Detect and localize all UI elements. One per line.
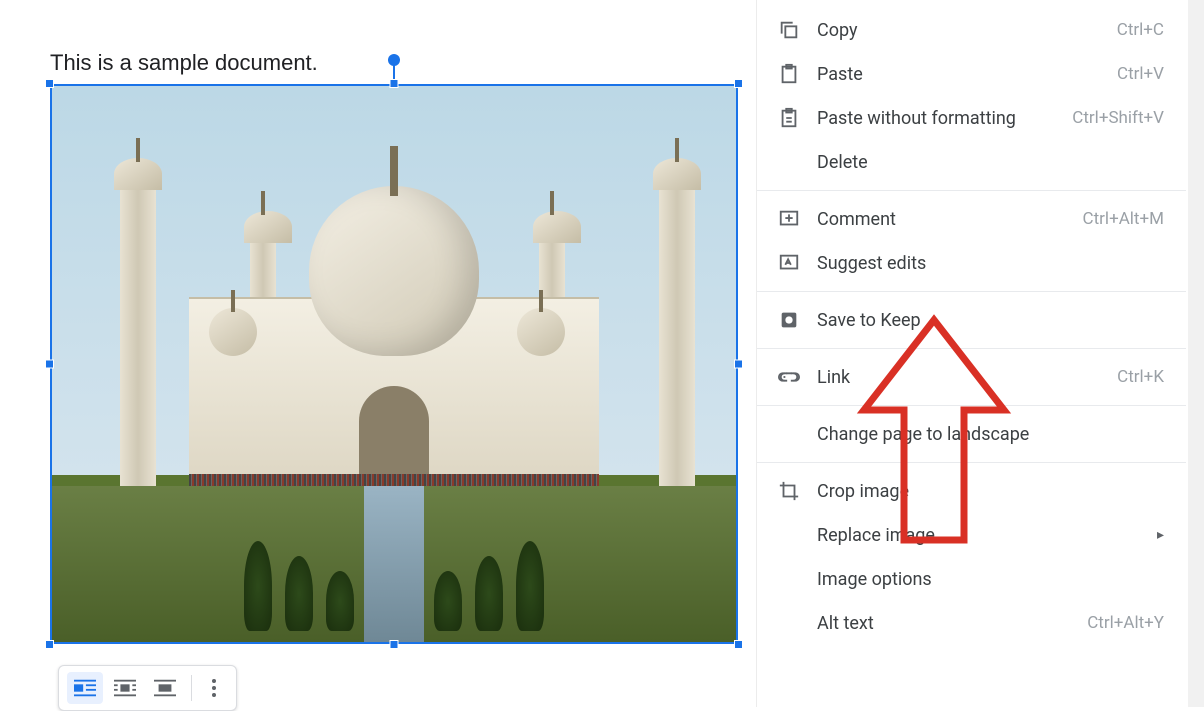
menu-label: Save to Keep — [817, 310, 1164, 331]
menu-shortcut: Ctrl+Shift+V — [1072, 108, 1164, 128]
menu-shortcut: Ctrl+Alt+M — [1083, 209, 1164, 229]
menu-item-paste[interactable]: Paste Ctrl+V — [757, 52, 1186, 96]
menu-item-comment[interactable]: Comment Ctrl+Alt+M — [757, 197, 1186, 241]
keep-icon — [777, 308, 801, 332]
toolbar-more-button[interactable] — [200, 672, 228, 704]
menu-label: Comment — [817, 209, 1083, 230]
menu-item-copy[interactable]: Copy Ctrl+C — [757, 8, 1186, 52]
resize-handle-middle-right[interactable] — [734, 360, 743, 369]
selected-image-wrapper[interactable] — [50, 84, 738, 644]
menu-divider — [757, 348, 1186, 349]
document-canvas[interactable]: This is a sample document. — [0, 0, 740, 707]
resize-handle-bottom-middle[interactable] — [390, 640, 399, 649]
menu-item-crop-image[interactable]: Crop image — [757, 469, 1186, 513]
more-vertical-icon — [212, 679, 216, 697]
resize-handle-middle-left[interactable] — [45, 360, 54, 369]
menu-label: Crop image — [817, 481, 1164, 502]
resize-handle-top-middle[interactable] — [390, 79, 399, 88]
menu-label: Replace image — [817, 525, 1157, 546]
toolbar-divider — [191, 675, 192, 701]
inserted-image[interactable] — [52, 86, 736, 642]
resize-handle-bottom-left[interactable] — [45, 640, 54, 649]
comment-icon — [777, 207, 801, 231]
menu-shortcut: Ctrl+C — [1117, 20, 1164, 40]
paste-plain-icon — [777, 106, 801, 130]
link-icon — [777, 365, 801, 389]
menu-label: Paste without formatting — [817, 108, 1072, 129]
menu-label: Change page to landscape — [817, 424, 1164, 445]
menu-divider — [757, 190, 1186, 191]
menu-label: Delete — [817, 152, 1164, 173]
menu-item-save-to-keep[interactable]: Save to Keep — [757, 298, 1186, 342]
menu-label: Link — [817, 367, 1117, 388]
wrap-break-button[interactable] — [147, 672, 183, 704]
menu-item-paste-without-formatting[interactable]: Paste without formatting Ctrl+Shift+V — [757, 96, 1186, 140]
resize-handle-bottom-right[interactable] — [734, 640, 743, 649]
context-menu: Copy Ctrl+C Paste Ctrl+V Paste without f… — [756, 0, 1186, 707]
menu-item-change-page-landscape[interactable]: Change page to landscape — [757, 412, 1186, 456]
rotate-handle[interactable] — [388, 54, 400, 66]
resize-handle-top-left[interactable] — [45, 79, 54, 88]
menu-item-replace-image[interactable]: Replace image ▸ — [757, 513, 1186, 557]
menu-divider — [757, 405, 1186, 406]
menu-item-delete[interactable]: Delete — [757, 140, 1186, 184]
chevron-right-icon: ▸ — [1157, 527, 1164, 543]
wrap-inline-icon — [74, 679, 96, 697]
image-layout-toolbar — [58, 665, 237, 711]
menu-item-suggest-edits[interactable]: Suggest edits — [757, 241, 1186, 285]
menu-label: Image options — [817, 569, 1164, 590]
menu-label: Alt text — [817, 613, 1087, 634]
copy-icon — [777, 18, 801, 42]
menu-divider — [757, 291, 1186, 292]
wrap-break-icon — [154, 679, 176, 697]
menu-shortcut: Ctrl+V — [1117, 64, 1164, 84]
crop-icon — [777, 479, 801, 503]
menu-item-link[interactable]: Link Ctrl+K — [757, 355, 1186, 399]
resize-handle-top-right[interactable] — [734, 79, 743, 88]
wrap-inline-button[interactable] — [67, 672, 103, 704]
menu-label: Paste — [817, 64, 1117, 85]
paste-icon — [777, 62, 801, 86]
menu-item-alt-text[interactable]: Alt text Ctrl+Alt+Y — [757, 601, 1186, 645]
menu-item-image-options[interactable]: Image options — [757, 557, 1186, 601]
suggest-edits-icon — [777, 251, 801, 275]
wrap-text-button[interactable] — [107, 672, 143, 704]
menu-label: Copy — [817, 20, 1117, 41]
menu-divider — [757, 462, 1186, 463]
menu-shortcut: Ctrl+Alt+Y — [1087, 613, 1164, 633]
menu-label: Suggest edits — [817, 253, 1164, 274]
wrap-text-icon — [114, 679, 136, 697]
vertical-scrollbar[interactable] — [1188, 0, 1204, 707]
menu-shortcut: Ctrl+K — [1117, 367, 1164, 387]
